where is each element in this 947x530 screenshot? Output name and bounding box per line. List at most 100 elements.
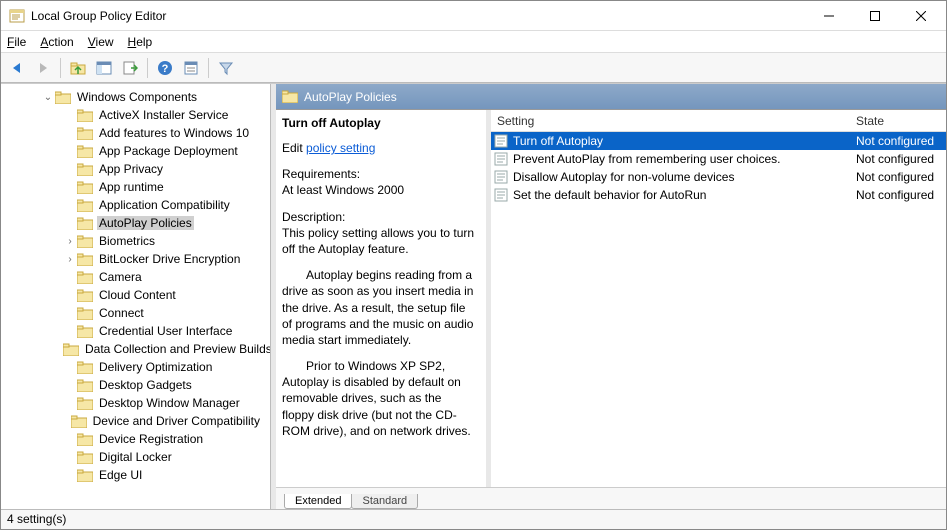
tab-standard[interactable]: Standard [351, 494, 418, 509]
help-button[interactable]: ? [153, 56, 177, 80]
tree-label: AutoPlay Policies [97, 216, 194, 230]
tree-item[interactable]: Credential User Interface [1, 322, 268, 340]
description-block: Description: This policy setting allows … [282, 209, 476, 258]
menu-action[interactable]: Action [40, 35, 73, 49]
tree-item[interactable]: Application Compatibility [1, 196, 268, 214]
settings-list-pane[interactable]: Setting State Turn off AutoplayNot confi… [491, 110, 946, 487]
setting-row[interactable]: Turn off AutoplayNot configured [491, 132, 946, 150]
tree-item[interactable]: › Biometrics [1, 232, 268, 250]
col-setting[interactable]: Setting [491, 114, 856, 128]
tree-item[interactable]: Device and Driver Compatibility [1, 412, 268, 430]
filter-button[interactable] [214, 56, 238, 80]
forward-button[interactable] [31, 56, 55, 80]
tree-item[interactable]: Desktop Gadgets [1, 376, 268, 394]
tree-root-node[interactable]: ⌄ Windows Components [1, 88, 268, 106]
tree-label: Data Collection and Preview Builds [83, 342, 271, 356]
setting-label: Disallow Autoplay for non-volume devices [513, 170, 856, 184]
tab-extended[interactable]: Extended [284, 494, 352, 509]
tree-item[interactable]: Device Registration [1, 430, 268, 448]
tree-label: Credential User Interface [97, 324, 234, 338]
tree-item[interactable]: ›BitLocker Drive Encryption [1, 250, 268, 268]
menu-help[interactable]: Help [128, 35, 153, 49]
requirements: Requirements: At least Windows 2000 [282, 166, 476, 198]
tree-item[interactable]: Digital Locker [1, 448, 268, 466]
close-button[interactable] [898, 1, 944, 31]
tree-item[interactable]: App runtime [1, 178, 268, 196]
setting-state: Not configured [856, 170, 946, 184]
folder-icon [77, 433, 93, 446]
folder-icon [55, 91, 71, 104]
folder-icon [77, 163, 93, 176]
folder-icon [77, 145, 93, 158]
requirements-label: Requirements: [282, 167, 360, 181]
tree-label: Device Registration [97, 432, 205, 446]
tree-item[interactable]: Delivery Optimization [1, 358, 268, 376]
tree-label: Delivery Optimization [97, 360, 214, 374]
folder-icon [63, 343, 79, 356]
policy-setting-link[interactable]: policy setting [306, 141, 375, 155]
minimize-button[interactable] [806, 1, 852, 31]
export-button[interactable] [118, 56, 142, 80]
tree-item[interactable]: Edge UI [1, 466, 268, 484]
back-button[interactable] [5, 56, 29, 80]
toolbar-separator [147, 58, 148, 78]
tree-item[interactable]: Camera [1, 268, 268, 286]
description-text-2: Autoplay begins reading from a drive as … [282, 267, 476, 348]
properties-button[interactable] [179, 56, 203, 80]
content-row: Turn off Autoplay Edit policy setting Re… [276, 109, 946, 487]
app-icon [9, 8, 25, 24]
caret-down-icon[interactable]: ⌄ [41, 92, 55, 103]
setting-row[interactable]: Disallow Autoplay for non-volume devices… [491, 168, 946, 186]
tree-label: Windows Components [75, 90, 199, 104]
setting-row[interactable]: Prevent AutoPlay from remembering user c… [491, 150, 946, 168]
setting-state: Not configured [856, 188, 946, 202]
tree-item[interactable]: Desktop Window Manager [1, 394, 268, 412]
menu-view[interactable]: View [88, 35, 114, 49]
tree-label: App Package Deployment [97, 144, 240, 158]
window-controls [806, 1, 944, 31]
tree-pane[interactable]: ⌄ Windows Components ActiveX Installer Ser… [1, 84, 271, 509]
tree-item[interactable]: Data Collection and Preview Builds [1, 340, 268, 358]
col-state[interactable]: State [856, 114, 946, 128]
tree-label: Biometrics [97, 234, 157, 248]
folder-icon [282, 90, 298, 103]
tree-item[interactable]: App Package Deployment [1, 142, 268, 160]
description-text-3: Prior to Windows XP SP2, Autoplay is dis… [282, 358, 476, 439]
edit-line: Edit policy setting [282, 140, 476, 156]
menu-file[interactable]: File [7, 35, 26, 49]
list-body: Turn off AutoplayNot configuredPrevent A… [491, 132, 946, 204]
tree-item[interactable]: Connect [1, 304, 268, 322]
setting-label: Turn off Autoplay [513, 134, 856, 148]
tree-label: Digital Locker [97, 450, 174, 464]
status-text: 4 setting(s) [7, 512, 66, 526]
folder-icon [77, 361, 93, 374]
up-button[interactable] [66, 56, 90, 80]
showhide-button[interactable] [92, 56, 116, 80]
tree-label: Application Compatibility [97, 198, 232, 212]
setting-icon [493, 133, 509, 149]
folder-icon [77, 289, 93, 302]
folder-icon [77, 469, 93, 482]
caret-right-icon[interactable]: › [63, 254, 77, 265]
folder-icon [77, 217, 93, 230]
caret-right-icon[interactable]: › [63, 236, 77, 247]
tree-item[interactable]: ActiveX Installer Service [1, 106, 268, 124]
edit-prefix: Edit [282, 141, 306, 155]
tree-item[interactable]: AutoPlay Policies [1, 214, 268, 232]
folder-icon [77, 397, 93, 410]
setting-row[interactable]: Set the default behavior for AutoRunNot … [491, 186, 946, 204]
tree-label: App Privacy [97, 162, 165, 176]
tree-item[interactable]: Add features to Windows 10 [1, 124, 268, 142]
setting-state: Not configured [856, 134, 946, 148]
toolbar: ? [1, 53, 946, 83]
list-header: Setting State [491, 110, 946, 132]
folder-icon [77, 109, 93, 122]
tree-item[interactable]: Cloud Content [1, 286, 268, 304]
tree: ⌄ Windows Components ActiveX Installer Ser… [1, 84, 270, 488]
description-pane[interactable]: Turn off Autoplay Edit policy setting Re… [276, 110, 486, 487]
setting-icon [493, 151, 509, 167]
folder-icon [77, 307, 93, 320]
maximize-button[interactable] [852, 1, 898, 31]
tree-item[interactable]: App Privacy [1, 160, 268, 178]
setting-icon [493, 187, 509, 203]
